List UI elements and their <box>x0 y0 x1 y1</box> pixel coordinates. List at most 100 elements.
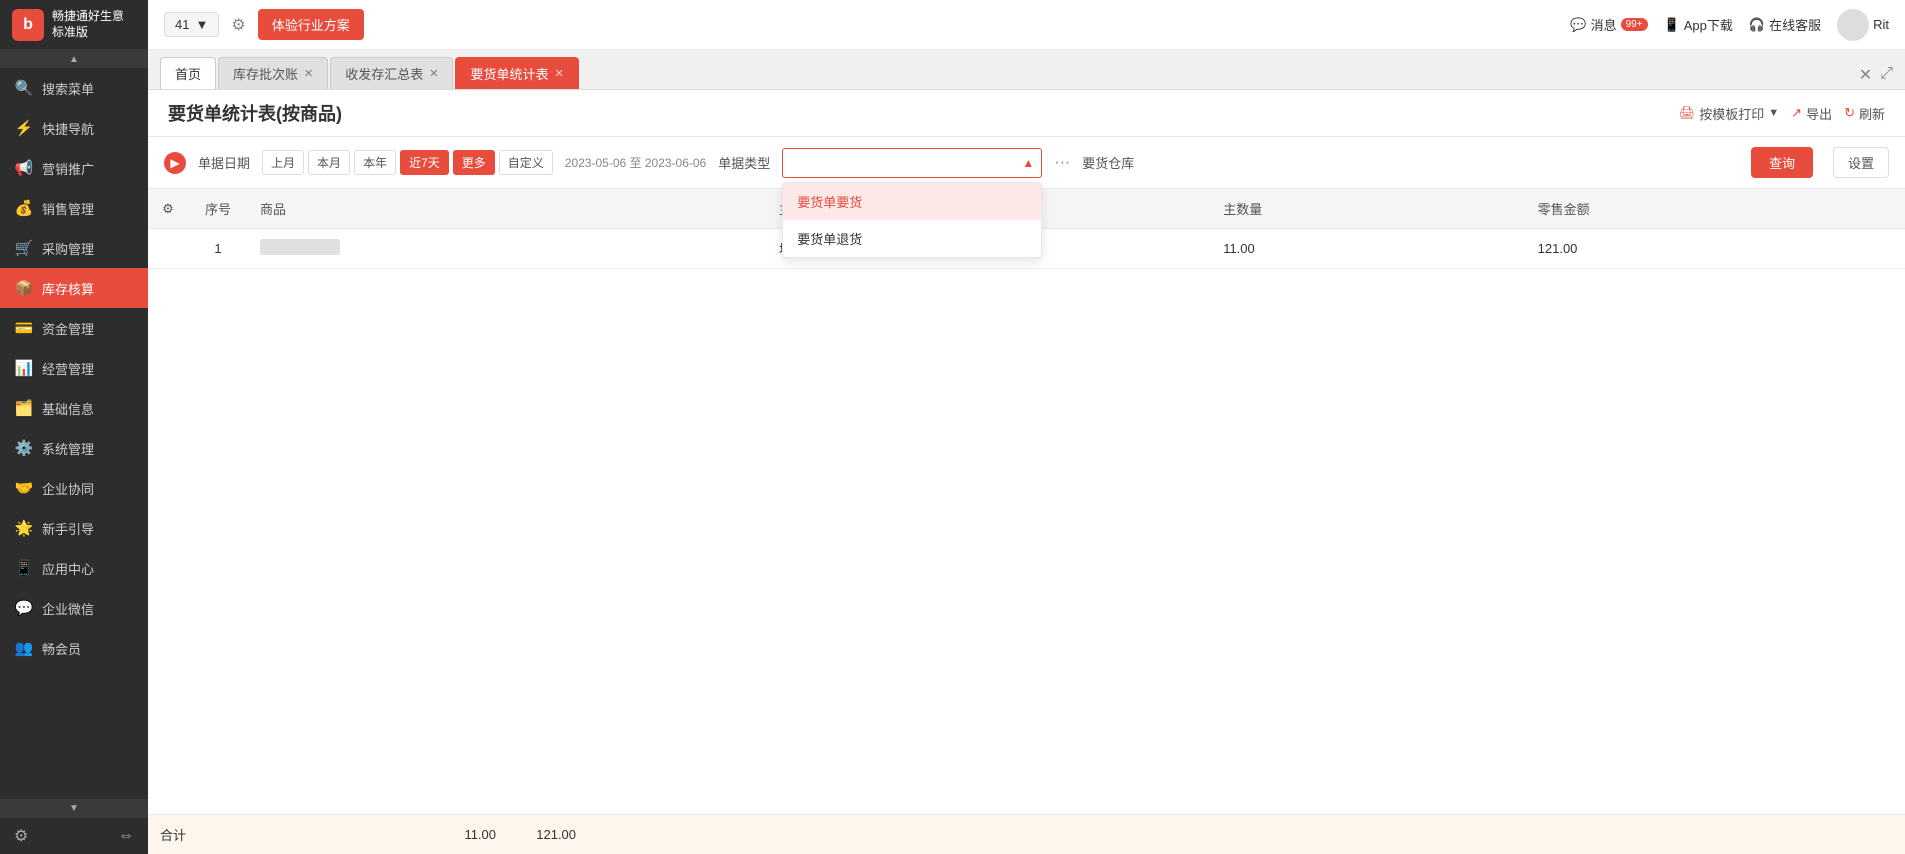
date-btn-custom[interactable]: 自定义 <box>499 150 553 175</box>
sidebar-footer: ⚙ ⇔ <box>0 817 148 854</box>
sidebar-label-search: 搜索菜单 <box>42 79 94 98</box>
sidebar-item-marketing[interactable]: 📢营销推广 <box>0 148 148 188</box>
date-btn-7days[interactable]: 近7天 <box>400 150 449 175</box>
type-filter-input[interactable] <box>782 148 1042 178</box>
app-download-item[interactable]: 📱 App下载 <box>1664 15 1733 34</box>
dropdown-item-return-order[interactable]: 要货单退货 <box>783 220 1041 257</box>
tab-summary-close[interactable]: ✕ <box>429 67 438 80</box>
user-item[interactable]: Rit <box>1837 9 1889 41</box>
topbar: 41 ▼ ⚙ 体验行业方案 💬 消息 99+ 📱 App下载 🎧 在线客服 <box>148 0 1905 50</box>
sidebar-item-search[interactable]: 🔍 搜索菜单 <box>0 68 148 108</box>
date-btn-more[interactable]: 更多 <box>453 150 495 175</box>
message-item[interactable]: 💬 消息 99+ <box>1570 15 1647 34</box>
sidebar-collapse-icon[interactable]: ⇔ <box>118 827 134 845</box>
col-header-amount: 零售金额 <box>1526 189 1905 229</box>
sidebar-icon-basic: 🗂️ <box>14 398 34 418</box>
trial-button[interactable]: 体验行业方案 <box>258 9 364 40</box>
sidebar-item-member[interactable]: 👥畅会员 <box>0 628 148 668</box>
settings-row-button[interactable]: 设置 <box>1833 147 1889 178</box>
tab-batch[interactable]: 库存批次账 ✕ <box>218 57 328 89</box>
tabs-bar: 首页 库存批次账 ✕ 收发存汇总表 ✕ 要货单统计表 ✕ ✕ ⤢ <box>148 50 1905 90</box>
dropdown-item-require-order[interactable]: 要货单要货 <box>783 183 1041 220</box>
store-selector[interactable]: 41 ▼ <box>164 12 219 37</box>
filter-more-dots[interactable]: ··· <box>1054 154 1070 172</box>
sidebar-item-wechat[interactable]: 💬 企业微信 <box>0 588 148 628</box>
tab-order-stat-close[interactable]: ✕ <box>555 67 564 80</box>
type-filter-label: 单据类型 <box>718 153 770 172</box>
sidebar-icon-collab: 🤝 <box>14 478 34 498</box>
export-label: 导出 <box>1806 104 1832 123</box>
main-content: 41 ▼ ⚙ 体验行业方案 💬 消息 99+ 📱 App下载 🎧 在线客服 <box>148 0 1905 854</box>
sidebar-icon-finance: 💳 <box>14 318 34 338</box>
sidebar-icon-system: ⚙️ <box>14 438 34 458</box>
print-dropdown-icon: ▼ <box>1768 107 1779 119</box>
sidebar-item-operation[interactable]: 📊经营管理 <box>0 348 148 388</box>
sidebar-label-shortcut: 快捷导航 <box>42 119 94 138</box>
type-filter-dropdown: ▲ 要货单要货 要货单退货 <box>782 148 1042 178</box>
sidebar-label-marketing: 营销推广 <box>42 159 94 178</box>
sidebar-icon-search: 🔍 <box>14 78 34 98</box>
col-header-num: 序号 <box>188 189 248 229</box>
message-label: 消息 <box>1591 15 1617 34</box>
page-header: 要货单统计表(按商品) 🖨 按模板打印 ▼ ↗ 导出 ↻ 刷新 <box>148 90 1905 137</box>
sidebar-item-basic[interactable]: 🗂️基础信息 <box>0 388 148 428</box>
date-btn-this-month[interactable]: 本月 <box>308 150 350 175</box>
headset-icon: 🎧 <box>1749 17 1765 33</box>
date-btn-this-year[interactable]: 本年 <box>354 150 396 175</box>
app-logo: b <box>12 9 44 41</box>
sidebar-item-system[interactable]: ⚙️系统管理 <box>0 428 148 468</box>
date-btn-last-month[interactable]: 上月 <box>262 150 304 175</box>
sidebar-scroll-down[interactable]: ▼ <box>0 799 148 817</box>
footer-amount: 121.00 <box>516 827 596 842</box>
sidebar-item-guide[interactable]: 🌟新手引导 <box>0 508 148 548</box>
sidebar-settings-icon[interactable]: ⚙ <box>14 826 28 846</box>
export-button[interactable]: ↗ 导出 <box>1791 104 1832 123</box>
print-button[interactable]: 🖨 按模板打印 ▼ <box>1679 104 1779 123</box>
date-buttons: 上月 本月 本年 近7天 更多 自定义 <box>262 150 553 175</box>
refresh-button[interactable]: ↻ 刷新 <box>1844 104 1885 123</box>
tab-home[interactable]: 首页 <box>160 57 216 89</box>
sidebar-icon-wechat: 💬 <box>14 598 34 618</box>
sidebar-item-sales[interactable]: 💰销售管理 <box>0 188 148 228</box>
refresh-icon: ↻ <box>1844 105 1855 121</box>
sidebar-scroll-up[interactable]: ▲ <box>0 50 148 68</box>
sidebar: b 畅捷通好生意 标准版 ▲ 🔍搜索菜单⚡快捷导航📢营销推广💰销售管理🛒采购管理… <box>0 0 148 854</box>
col-header-product: 商品 <box>248 189 767 229</box>
tabs-expand-icon[interactable]: ⤢ <box>1880 65 1893 85</box>
table-container: ⚙ 序号 商品 主计量单位 主数量 零售金额 1 <box>148 189 1905 814</box>
message-icon: 💬 <box>1570 17 1586 33</box>
tab-batch-label: 库存批次账 <box>233 64 298 83</box>
app-download-icon: 📱 <box>1664 17 1680 33</box>
export-icon: ↗ <box>1791 105 1802 121</box>
tab-order-stat[interactable]: 要货单统计表 ✕ <box>455 57 578 89</box>
sidebar-item-finance[interactable]: 💳 资金管理 <box>0 308 148 348</box>
sidebar-icon-shortcut: ⚡ <box>14 118 34 138</box>
sidebar-item-collab[interactable]: 🤝企业协同 <box>0 468 148 508</box>
expand-filter-button[interactable]: ▶ <box>164 152 186 174</box>
query-button[interactable]: 查询 <box>1751 147 1813 178</box>
tab-summary[interactable]: 收发存汇总表 ✕ <box>330 57 453 89</box>
refresh-label: 刷新 <box>1859 104 1885 123</box>
col-header-settings[interactable]: ⚙ <box>148 189 188 229</box>
sidebar-item-purchase[interactable]: 🛒采购管理 <box>0 228 148 268</box>
online-service-item[interactable]: 🎧 在线客服 <box>1749 15 1821 34</box>
tab-batch-close[interactable]: ✕ <box>304 67 313 80</box>
sidebar-item-inventory[interactable]: 📦库存核算 <box>0 268 148 308</box>
store-name: 41 <box>175 17 189 32</box>
topbar-left: 41 ▼ ⚙ 体验行业方案 <box>164 9 364 40</box>
date-filter-label: 单据日期 <box>198 153 250 172</box>
table-footer: 合计 11.00 121.00 <box>148 814 1905 854</box>
online-service-label: 在线客服 <box>1769 15 1821 34</box>
tabs-close-all-icon[interactable]: ✕ <box>1859 65 1872 85</box>
tabs-right: ✕ ⤢ <box>1859 65 1893 85</box>
sidebar-item-appstore[interactable]: 📱应用中心 <box>0 548 148 588</box>
sidebar-label-operation: 经营管理 <box>42 359 94 378</box>
sidebar-label-finance: 资金管理 <box>42 319 94 338</box>
sidebar-icon-purchase: 🛒 <box>14 238 34 258</box>
topbar-settings-icon[interactable]: ⚙ <box>231 15 245 35</box>
tab-summary-label: 收发存汇总表 <box>345 64 423 83</box>
type-filter-arrow[interactable]: ▲ <box>1022 156 1034 170</box>
sidebar-item-shortcut[interactable]: ⚡ 快捷导航 <box>0 108 148 148</box>
sidebar-label-wechat: 企业微信 <box>42 599 94 618</box>
row-num: 1 <box>188 229 248 269</box>
